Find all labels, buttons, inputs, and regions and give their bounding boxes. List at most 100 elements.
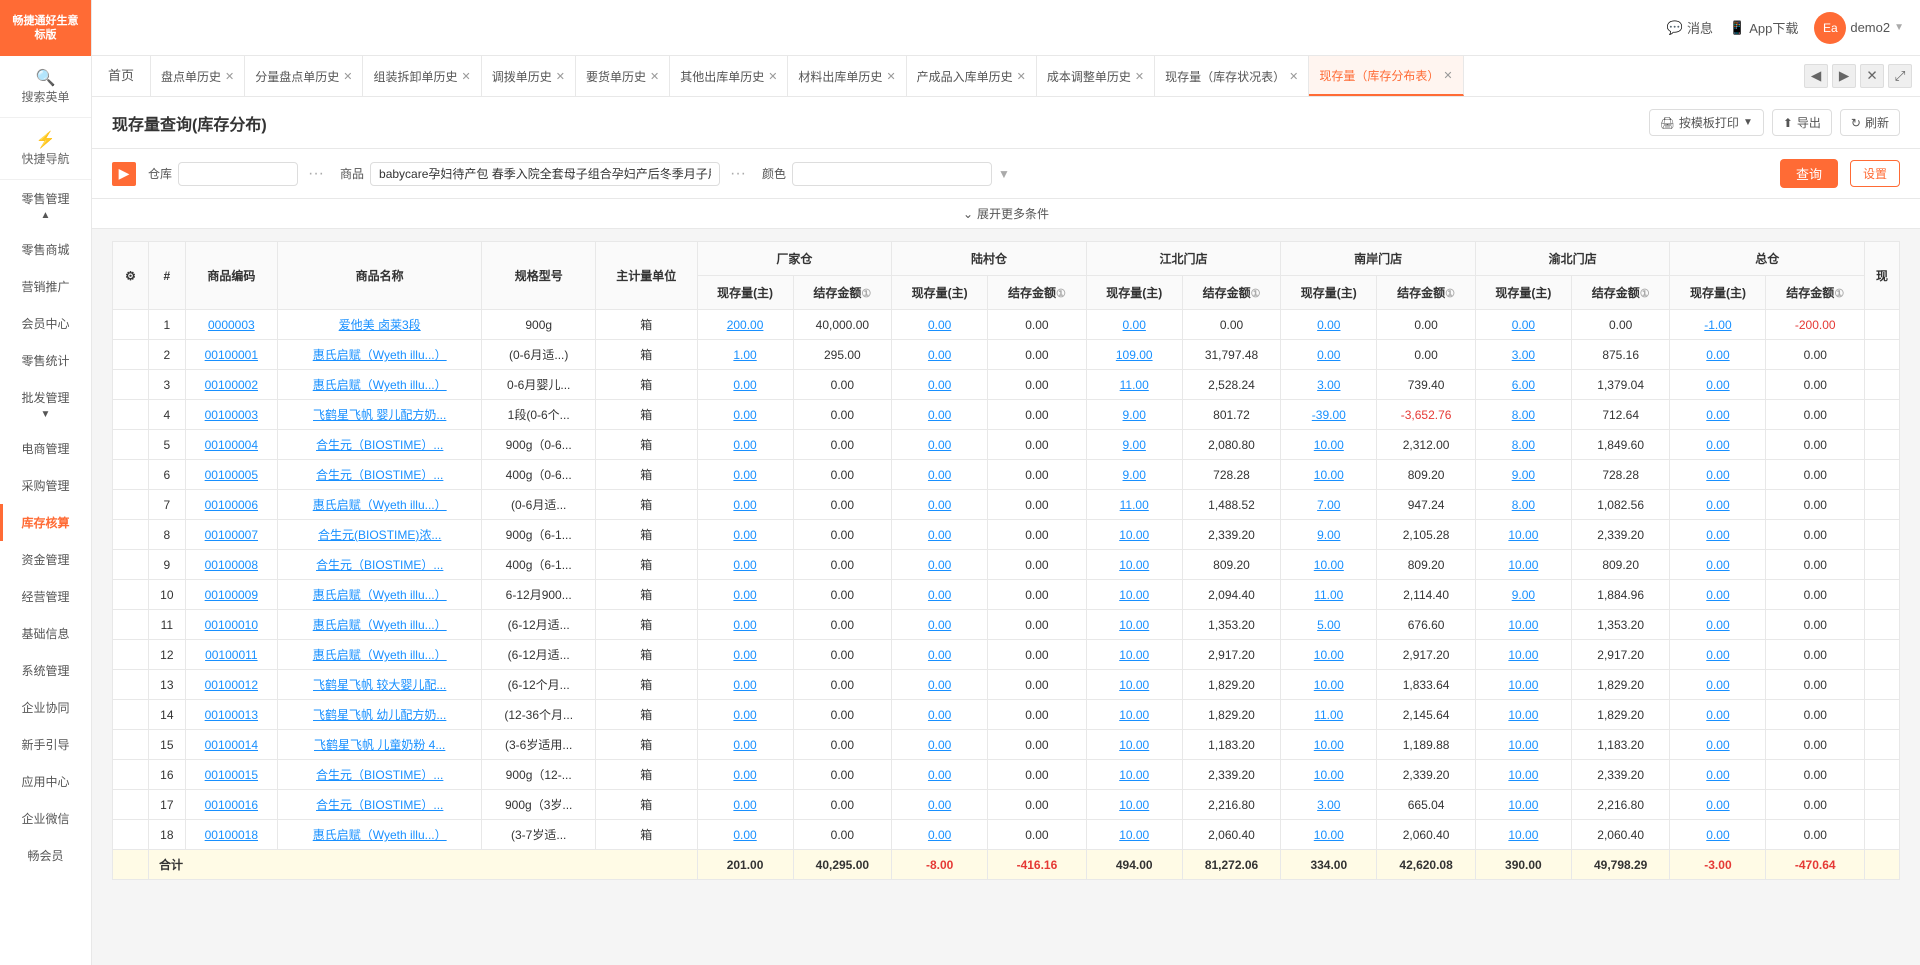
cell-w4-qty[interactable]: 10.00 <box>1281 430 1377 460</box>
cell-total-qty[interactable]: 0.00 <box>1670 700 1766 730</box>
cell-w4-qty[interactable]: 7.00 <box>1281 490 1377 520</box>
filter-expand-btn[interactable]: ▶ <box>112 162 136 186</box>
cell-w1-qty[interactable]: 0.00 <box>697 520 793 550</box>
cell-w2-qty[interactable]: 0.00 <box>892 520 988 550</box>
tab-stocktake-branch-close[interactable]: ✕ <box>343 70 352 83</box>
cell-code[interactable]: 00100003 <box>185 400 277 430</box>
user-menu[interactable]: Ea demo2 ▼ <box>1814 12 1904 44</box>
cell-w4-qty[interactable]: 10.00 <box>1281 460 1377 490</box>
warehouse-more-btn[interactable]: ··· <box>304 165 328 183</box>
cell-w3-qty[interactable]: 10.00 <box>1086 670 1182 700</box>
cell-w5-qty[interactable]: 8.00 <box>1475 490 1571 520</box>
cell-w2-qty[interactable]: 0.00 <box>892 430 988 460</box>
cell-total-qty[interactable]: 0.00 <box>1670 460 1766 490</box>
cell-w1-qty[interactable]: 0.00 <box>697 790 793 820</box>
cell-w4-qty[interactable]: 0.00 <box>1281 310 1377 340</box>
cell-w1-qty[interactable]: 0.00 <box>697 490 793 520</box>
sidebar-item-ecommerce[interactable]: 电商管理 <box>0 430 91 467</box>
cell-w4-qty[interactable]: 10.00 <box>1281 760 1377 790</box>
cell-w1-qty[interactable]: 0.00 <box>697 580 793 610</box>
sidebar-item-retail-manage[interactable]: 零售管理 ▲ <box>0 180 91 231</box>
tab-material-out-close[interactable]: ✕ <box>886 70 895 83</box>
tab-other-out[interactable]: 其他出库单历史 ✕ <box>670 56 788 96</box>
cell-name[interactable]: 惠氏启赋（Wyeth illu...） <box>278 490 482 520</box>
cell-w4-qty[interactable]: 11.00 <box>1281 580 1377 610</box>
cell-w5-qty[interactable]: 10.00 <box>1475 610 1571 640</box>
cell-w3-qty[interactable]: 9.00 <box>1086 460 1182 490</box>
sidebar-item-member[interactable]: 会员中心 <box>0 305 91 342</box>
cell-w4-qty[interactable]: 0.00 <box>1281 340 1377 370</box>
cell-name[interactable]: 合生元（BIOSTIME）... <box>278 460 482 490</box>
cell-code[interactable]: 00100004 <box>185 430 277 460</box>
tab-stock-dist-close[interactable]: ✕ <box>1443 69 1452 82</box>
print-btn[interactable]: 🖨 按模板打印 ▼ <box>1649 109 1764 136</box>
app-download-btn[interactable]: 📱 App下载 <box>1729 18 1798 37</box>
cell-name[interactable]: 惠氏启赋（Wyeth illu...） <box>278 610 482 640</box>
cell-w3-qty[interactable]: 10.00 <box>1086 550 1182 580</box>
cell-total-qty[interactable]: 0.00 <box>1670 520 1766 550</box>
cell-w5-qty[interactable]: 6.00 <box>1475 370 1571 400</box>
cell-w2-qty[interactable]: 0.00 <box>892 670 988 700</box>
refresh-btn[interactable]: ↻ 刷新 <box>1840 109 1900 136</box>
sidebar-item-wholesale[interactable]: 批发管理 ▼ <box>0 379 91 430</box>
cell-total-qty[interactable]: -1.00 <box>1670 310 1766 340</box>
cell-code[interactable]: 00100006 <box>185 490 277 520</box>
cell-w2-qty[interactable]: 0.00 <box>892 820 988 850</box>
cell-w5-qty[interactable]: 3.00 <box>1475 340 1571 370</box>
cell-name[interactable]: 合生元（BIOSTIME）... <box>278 550 482 580</box>
sidebar-item-retail-stats[interactable]: 零售统计 <box>0 342 91 379</box>
cell-w5-qty[interactable]: 8.00 <box>1475 400 1571 430</box>
sidebar-item-enterprise[interactable]: 企业协同 <box>0 689 91 726</box>
w3-amt-info[interactable]: ① <box>1251 288 1261 300</box>
cell-w3-qty[interactable]: 0.00 <box>1086 310 1182 340</box>
cell-w1-qty[interactable]: 0.00 <box>697 400 793 430</box>
cell-name[interactable]: 惠氏启赋（Wyeth illu...） <box>278 580 482 610</box>
cell-w2-qty[interactable]: 0.00 <box>892 760 988 790</box>
cell-w1-qty[interactable]: 0.00 <box>697 610 793 640</box>
cell-code[interactable]: 00100014 <box>185 730 277 760</box>
w4-amt-info[interactable]: ① <box>1445 288 1455 300</box>
cell-name[interactable]: 合生元（BIOSTIME）... <box>278 790 482 820</box>
cell-name[interactable]: 惠氏启赋（Wyeth illu...） <box>278 370 482 400</box>
tab-close-all-btn[interactable]: ✕ <box>1860 64 1884 88</box>
cell-total-qty[interactable]: 0.00 <box>1670 340 1766 370</box>
tab-assembly[interactable]: 组装拆卸单历史 ✕ <box>363 56 481 96</box>
cell-w5-qty[interactable]: 8.00 <box>1475 430 1571 460</box>
cell-w4-qty[interactable]: 3.00 <box>1281 370 1377 400</box>
cell-w5-qty[interactable]: 10.00 <box>1475 820 1571 850</box>
sidebar-item-system[interactable]: 系统管理 <box>0 652 91 689</box>
cell-w2-qty[interactable]: 0.00 <box>892 730 988 760</box>
tab-stocktake-branch[interactable]: 分量盘点单历史 ✕ <box>245 56 363 96</box>
cell-w3-qty[interactable]: 10.00 <box>1086 520 1182 550</box>
cell-w3-qty[interactable]: 10.00 <box>1086 580 1182 610</box>
sidebar-item-operations[interactable]: 经营管理 <box>0 578 91 615</box>
cell-total-qty[interactable]: 0.00 <box>1670 640 1766 670</box>
cell-w2-qty[interactable]: 0.00 <box>892 340 988 370</box>
cell-code[interactable]: 00100007 <box>185 520 277 550</box>
sidebar-item-finance[interactable]: 资金管理 <box>0 541 91 578</box>
cell-w4-qty[interactable]: 10.00 <box>1281 640 1377 670</box>
cell-total-qty[interactable]: 0.00 <box>1670 370 1766 400</box>
cell-w4-qty[interactable]: 11.00 <box>1281 700 1377 730</box>
cell-w3-qty[interactable]: 9.00 <box>1086 400 1182 430</box>
cell-w5-qty[interactable]: 10.00 <box>1475 640 1571 670</box>
cell-name[interactable]: 飞鹤星飞帆 幼儿配方奶... <box>278 700 482 730</box>
tab-transfer-close[interactable]: ✕ <box>556 70 565 83</box>
color-input[interactable] <box>792 162 992 186</box>
cell-w3-qty[interactable]: 10.00 <box>1086 790 1182 820</box>
cell-total-qty[interactable]: 0.00 <box>1670 760 1766 790</box>
sidebar-item-inventory[interactable]: 库存核算 <box>0 504 91 541</box>
sidebar-item-member2[interactable]: 畅会员 <box>0 837 91 874</box>
cell-code[interactable]: 00100011 <box>185 640 277 670</box>
cell-code[interactable]: 00100008 <box>185 550 277 580</box>
cell-w2-qty[interactable]: 0.00 <box>892 610 988 640</box>
cell-w1-qty[interactable]: 0.00 <box>697 460 793 490</box>
cell-w2-qty[interactable]: 0.00 <box>892 370 988 400</box>
cell-code[interactable]: 00100001 <box>185 340 277 370</box>
cell-total-qty[interactable]: 0.00 <box>1670 550 1766 580</box>
sidebar-item-retail-mall[interactable]: 零售商城 <box>0 231 91 268</box>
sidebar-item-weixin[interactable]: 企业微信 <box>0 800 91 837</box>
cell-w5-qty[interactable]: 10.00 <box>1475 760 1571 790</box>
cell-name[interactable]: 爱他美 卤莱3段 <box>278 310 482 340</box>
cell-w2-qty[interactable]: 0.00 <box>892 790 988 820</box>
